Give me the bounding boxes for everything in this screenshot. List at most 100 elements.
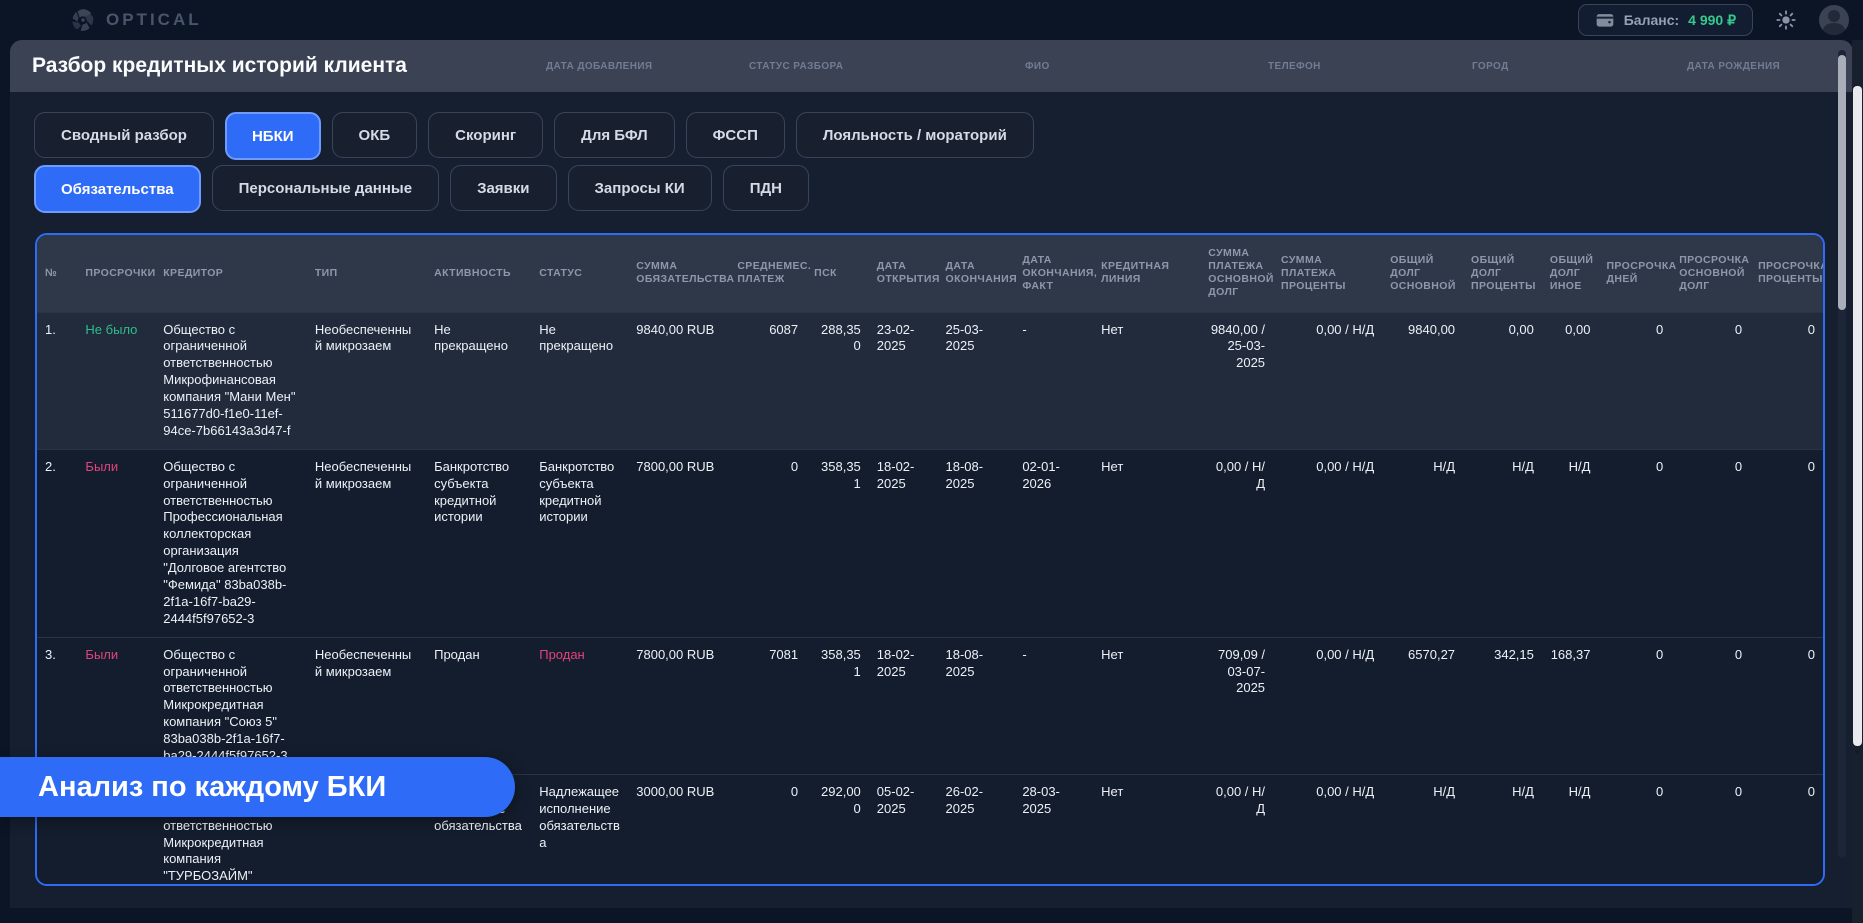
table-cell: 0 (1807, 783, 1815, 799)
table-cell: 292,000 (821, 783, 861, 816)
table-cell: Нет (1101, 783, 1124, 799)
table-cell: 18-08-2025 (945, 646, 984, 679)
table-cell: 26-02-2025 (945, 783, 984, 816)
theme-sun-icon[interactable] (1775, 9, 1797, 31)
table-cell: 6087 (769, 321, 799, 337)
table-cell: 0 (1807, 458, 1815, 474)
table-row[interactable]: 2. Были Общество с ограниченной ответствен… (37, 449, 1823, 638)
table-cell: 7081 (769, 646, 799, 662)
table-cell: 0 (1807, 646, 1815, 662)
table-cell: Продан (434, 646, 480, 662)
column-header: КРЕДИТОР (155, 235, 307, 312)
table-cell: 18-02-2025 (876, 458, 915, 491)
table-cell: 342,15 (1494, 646, 1534, 662)
subtab-запросы-ки[interactable]: Запросы КИ (567, 165, 712, 211)
table-cell: 358,351 (821, 458, 861, 491)
tab-нбки[interactable]: НБКИ (224, 112, 321, 160)
table-row[interactable]: 1. Не было Общество с ограниченной ответст… (37, 312, 1823, 450)
table-cell: 02-01-2026 (1022, 458, 1060, 491)
table-cell: 288,350 (821, 321, 861, 354)
table-cell: 9840,00 RUB (636, 321, 715, 337)
table-cell: Были (85, 646, 119, 662)
column-header: СУММА ПЛАТЕЖА ПРОЦЕНТЫ (1273, 235, 1383, 312)
balance-value: 4 990 ₽ (1688, 11, 1736, 28)
table-row[interactable]: 3. Были Общество с ограниченной ответствен… (37, 637, 1823, 775)
table-cell: 23-02-2025 (876, 321, 915, 354)
table-cell: 0 (1734, 458, 1743, 474)
table-cell: 358,351 (821, 646, 861, 679)
subtab-пдн[interactable]: ПДН (722, 165, 810, 211)
column-header: ДАТА ОКОНЧАНИЯ (937, 235, 1017, 312)
table-cell: Общество с ограниченной ответственностью… (163, 458, 287, 626)
client-field-label: ДАТА ДОБАВЛЕНИЯ (546, 61, 653, 72)
tab-лояльность-мораторий[interactable]: Лояльность / мораторий (795, 112, 1034, 158)
tab-для-бфл[interactable]: Для БФЛ (554, 112, 675, 158)
balance-label: Баланс: (1623, 12, 1680, 28)
tab-сводный-разбор[interactable]: Сводный разбор (34, 112, 214, 158)
table-cell: Нет (1101, 321, 1124, 337)
column-header: ОБЩИЙ ДОЛГ ОСНОВНОЙ (1382, 235, 1464, 312)
subtab-заявки[interactable]: Заявки (450, 165, 557, 211)
table-cell: Н/Д (1568, 458, 1591, 474)
tab-окб[interactable]: ОКБ (331, 112, 418, 158)
tab-скоринг[interactable]: Скоринг (428, 112, 544, 158)
tab-фссп[interactable]: ФССП (685, 112, 785, 158)
table-cell: 3. (45, 646, 56, 662)
balance-chip[interactable]: Баланс: 4 990 ₽ (1577, 4, 1753, 36)
column-header: КРЕДИТНАЯ ЛИНИЯ (1093, 235, 1201, 312)
table-cell: Н/Д (1512, 458, 1534, 474)
table-cell: 709,09 / 03-07-2025 (1218, 646, 1266, 696)
table-cell: 6570,27 (1408, 646, 1456, 662)
table-cell: Не прекращено (434, 321, 508, 354)
optical-aperture-icon (72, 9, 94, 31)
table-cell: Необеспеченный микрозаем (314, 646, 412, 679)
table-cell: 0 (1656, 321, 1664, 337)
table-cell: 0,00 (1565, 321, 1591, 337)
table-cell: 0 (1656, 458, 1664, 474)
panel-scrollbar-thumb[interactable] (1838, 55, 1846, 310)
brand-logo: OPTICAL (70, 7, 202, 33)
page-title: Разбор кредитных историй клиента (32, 54, 407, 77)
table-cell: 0 (1656, 783, 1664, 799)
table-cell: Необеспеченный микрозаем (314, 458, 412, 491)
table-cell: Н/Д (1568, 783, 1591, 799)
table-cell: 0,00 / Н/Д (1215, 458, 1266, 491)
table-cell: 0,00 (1508, 321, 1534, 337)
table-cell: 0,00 / Н/Д (1316, 646, 1375, 662)
table-cell: - (1022, 321, 1027, 337)
panel-header: Разбор кредитных историй клиента ДАТА ДО… (10, 40, 1853, 92)
table-cell: 7800,00 RUB (636, 458, 715, 474)
column-header: СУММА ПЛАТЕЖА ОСНОВНОЙ ДОЛГ (1200, 235, 1273, 312)
column-header: ПСК (806, 235, 869, 312)
table-cell: Не прекращено (539, 321, 614, 354)
client-field-label: ГОРОД (1472, 61, 1509, 72)
column-header: № (37, 235, 78, 312)
table-cell: Н/Д (1512, 783, 1534, 799)
table-cell: 0,00 / Н/Д (1316, 321, 1375, 337)
table-cell: Продан (539, 646, 585, 662)
page-scrollbar-thumb[interactable] (1853, 86, 1862, 746)
client-field-label: СТАТУС РАЗБОРА (749, 61, 844, 72)
table-cell: 0,00 / Н/Д (1215, 783, 1266, 816)
table-cell: Н/Д (1433, 458, 1456, 474)
table-cell: 0 (790, 458, 799, 474)
banner-text: Анализ по каждому БКИ (38, 770, 387, 803)
column-header: СРЕДНЕМЕС. ПЛАТЕЖ (729, 235, 811, 312)
bki-tabs: Сводный разбор НБКИ ОКБ Скоринг Для БФЛ ФССП Л… (34, 112, 1034, 160)
column-header: ПРОСРОЧКИ (77, 235, 156, 312)
user-avatar[interactable] (1819, 5, 1849, 35)
subtab-персональные-данные[interactable]: Персональные данные (211, 165, 440, 211)
table-cell: 9840,00 / 25-03-2025 (1210, 321, 1266, 371)
column-header: ПРОСРОЧКА ДНЕЙ (1598, 235, 1676, 312)
scroll-down-arrow-icon[interactable]: ▼ (1852, 748, 1863, 757)
table-cell: Надлежащее исполнение обязательства (539, 783, 620, 850)
brand-name: OPTICAL (106, 10, 202, 29)
table-cell: Н/Д (1433, 783, 1456, 799)
table-cell: 0 (1734, 646, 1743, 662)
subtab-обязательства[interactable]: Обязательства (34, 165, 201, 213)
client-field-label: ДАТА РОЖДЕНИЯ (1687, 61, 1781, 72)
table-cell: Не было (85, 321, 138, 337)
table-cell: 05-02-2025 (876, 783, 915, 816)
bki-analysis-banner: Анализ по каждому БКИ (0, 757, 515, 817)
table-cell: 18-08-2025 (945, 458, 984, 491)
